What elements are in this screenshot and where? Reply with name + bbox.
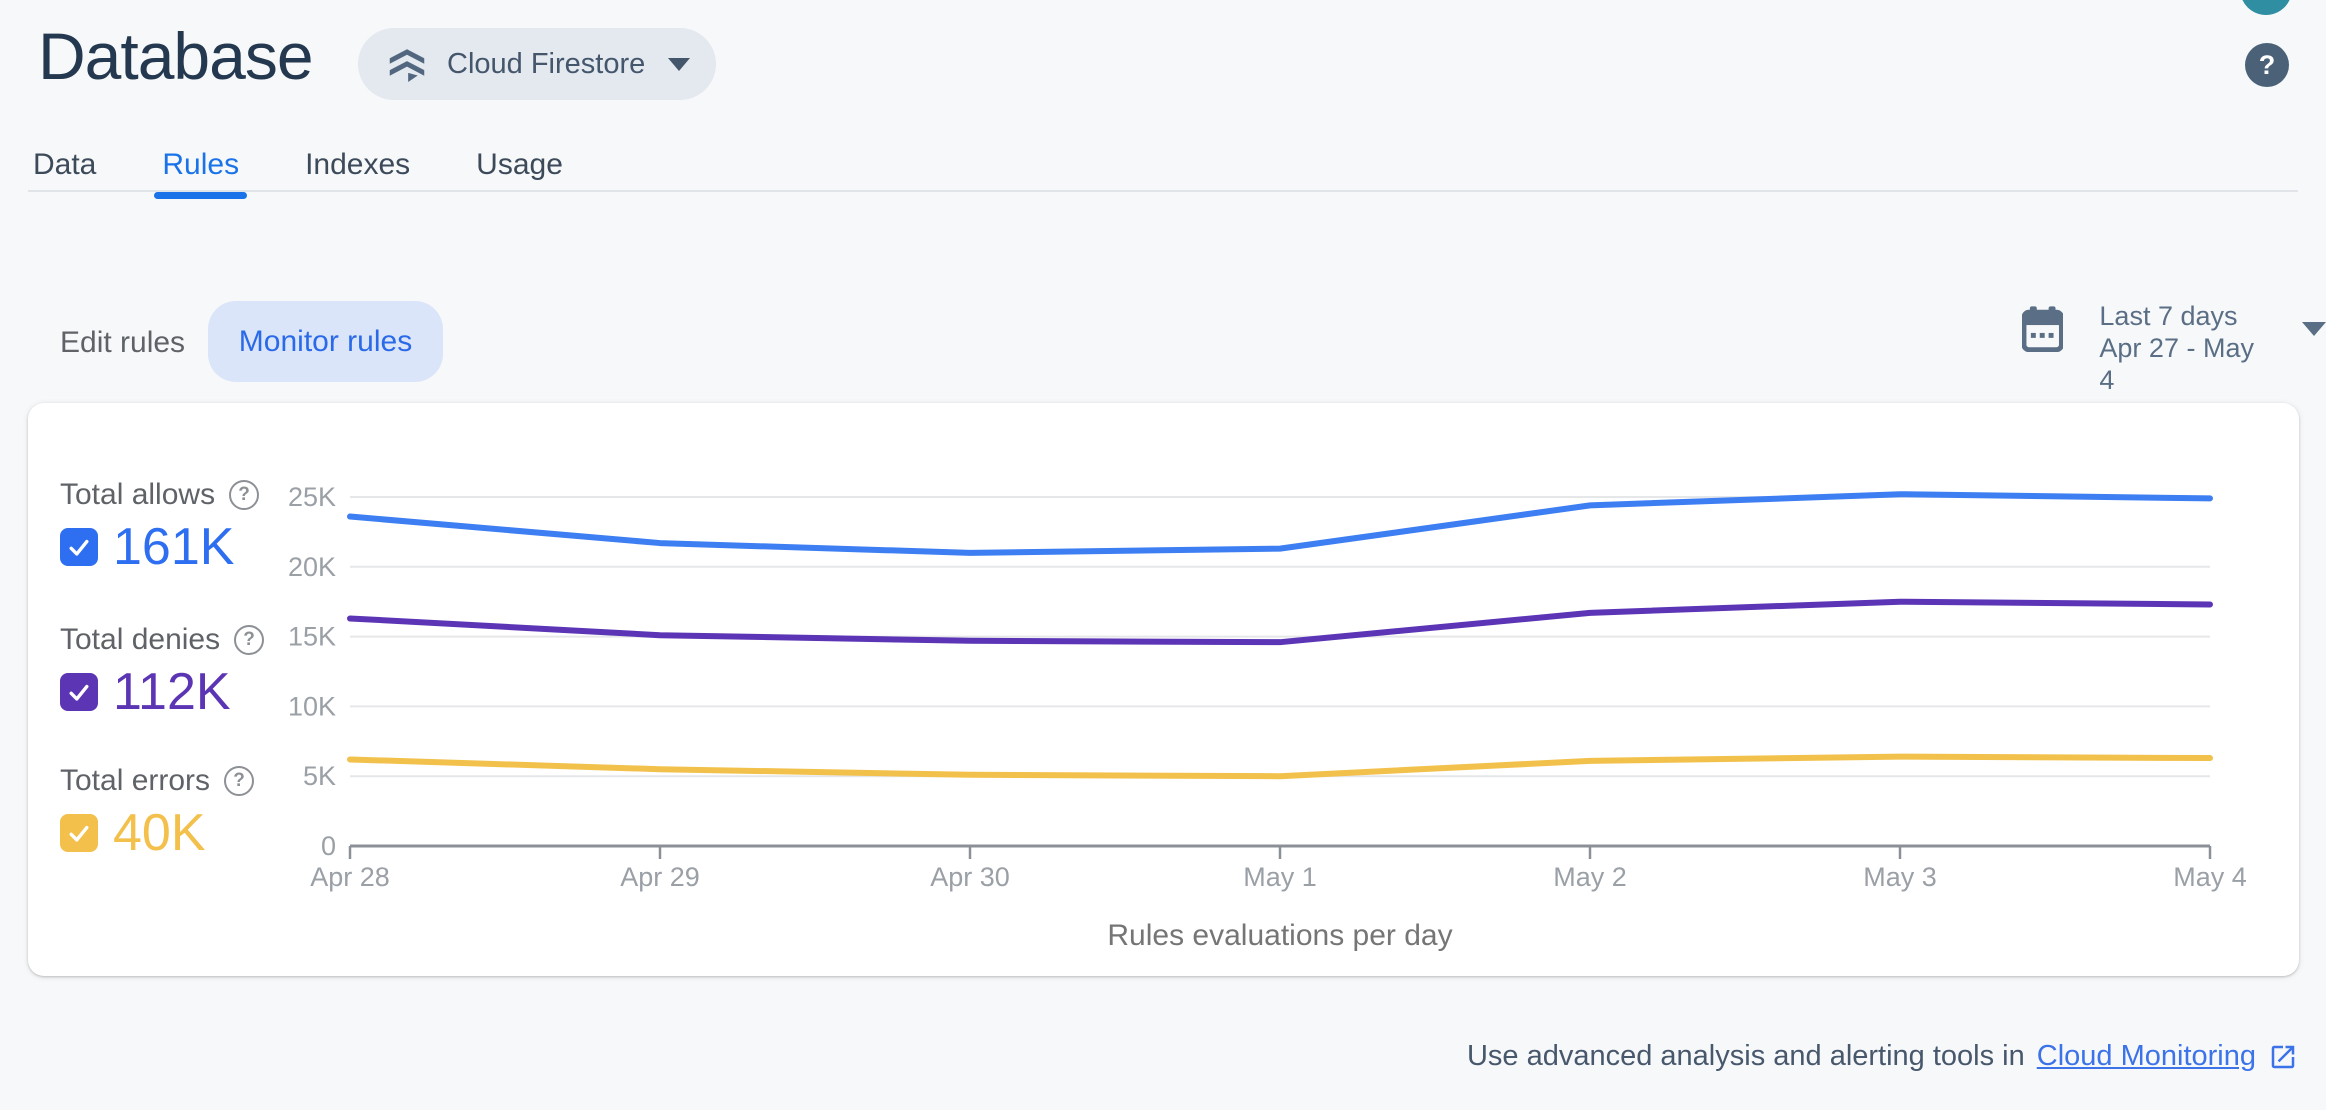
svg-text:Apr 28: Apr 28 — [310, 862, 390, 892]
svg-text:May 3: May 3 — [1863, 862, 1937, 892]
svg-text:May 4: May 4 — [2173, 862, 2247, 892]
chevron-down-icon — [2302, 322, 2326, 336]
tab-bar: Data Rules Indexes Usage — [28, 144, 2298, 199]
database-rules-monitor-page: ? Database Cloud Firestore Data Rules In… — [0, 0, 2326, 1110]
svg-text:10K: 10K — [288, 691, 336, 721]
svg-text:Apr 29: Apr 29 — [620, 862, 700, 892]
tab-data[interactable]: Data — [33, 144, 96, 190]
calendar-icon — [2022, 306, 2064, 352]
edit-rules-button[interactable]: Edit rules — [60, 325, 185, 361]
rules-monitoring-card: Total allows ? 161K Total denies ? 112K — [28, 403, 2299, 976]
tab-rules[interactable]: Rules — [154, 144, 247, 199]
svg-text:15K: 15K — [288, 622, 336, 652]
svg-text:May 1: May 1 — [1243, 862, 1317, 892]
svg-text:Apr 30: Apr 30 — [930, 862, 1010, 892]
product-selector-label: Cloud Firestore — [447, 47, 646, 80]
monitor-rules-button[interactable]: Monitor rules — [208, 301, 443, 382]
svg-text:Rules evaluations per day: Rules evaluations per day — [1107, 919, 1452, 952]
question-mark-icon: ? — [2258, 49, 2276, 80]
user-avatar[interactable] — [2240, 0, 2292, 15]
date-range-text: Last 7 days Apr 27 - May 4 — [2099, 300, 2274, 396]
date-range-picker[interactable]: Last 7 days Apr 27 - May 4 — [2022, 300, 2326, 396]
date-range-secondary: Apr 27 - May 4 — [2099, 333, 2254, 395]
external-link-icon[interactable] — [2268, 1042, 2298, 1072]
tab-indexes[interactable]: Indexes — [305, 144, 410, 190]
date-range-primary: Last 7 days — [2099, 301, 2238, 331]
page-title: Database — [38, 19, 314, 93]
tab-usage[interactable]: Usage — [476, 144, 563, 190]
help-button[interactable]: ? — [2245, 43, 2289, 87]
svg-text:0: 0 — [321, 831, 336, 861]
svg-text:5K: 5K — [303, 761, 336, 791]
rules-evaluations-chart: 0 5K 10K 15K 20K 25K Apr 28 Apr 29 Apr 30 May 1 Ma… — [288, 482, 2247, 952]
firestore-icon — [389, 49, 425, 83]
svg-text:May 2: May 2 — [1553, 862, 1627, 892]
footer-text: Use advanced analysis and alerting tools… — [1466, 1040, 2025, 1072]
footer-note: Use advanced analysis and alerting tools… — [1467, 1040, 2298, 1073]
chevron-down-icon — [668, 57, 691, 71]
svg-text:20K: 20K — [288, 552, 336, 582]
svg-text:25K: 25K — [288, 482, 336, 512]
cloud-monitoring-link[interactable]: Cloud Monitoring — [2037, 1040, 2256, 1073]
database-product-selector[interactable]: Cloud Firestore — [358, 28, 717, 100]
